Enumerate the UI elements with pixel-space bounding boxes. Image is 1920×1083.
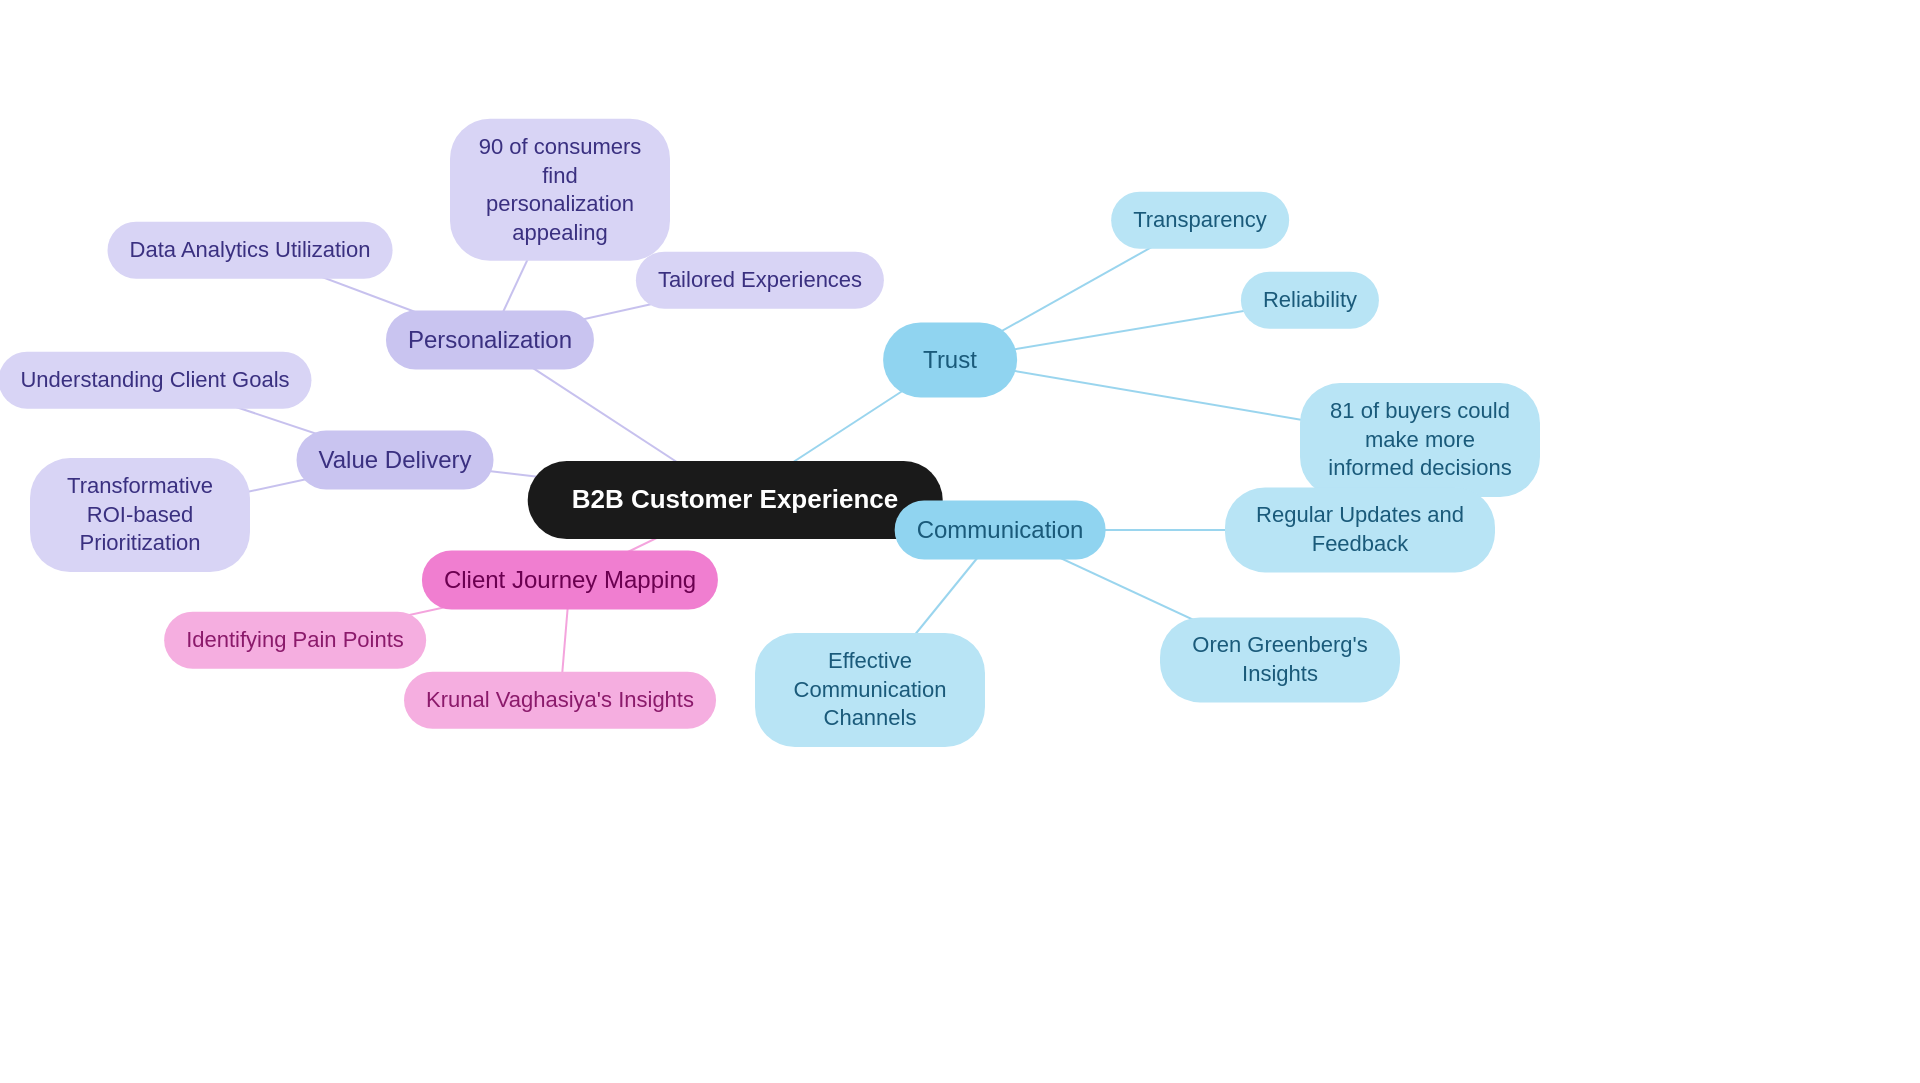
- tailored-experiences-node: Tailored Experiences: [636, 252, 884, 309]
- communication-label: Communication: [917, 514, 1084, 545]
- tailored-label: Tailored Experiences: [658, 266, 862, 295]
- effective-channels-node: Effective Communication Channels: [755, 633, 985, 747]
- effective-channels-label: Effective Communication Channels: [777, 647, 963, 733]
- pain-points-node: Identifying Pain Points: [164, 612, 426, 669]
- communication-node: Communication: [895, 500, 1106, 559]
- pain-points-label: Identifying Pain Points: [186, 626, 404, 655]
- reliability-node: Reliability: [1241, 272, 1379, 329]
- client-journey-label: Client Journey Mapping: [444, 564, 696, 595]
- personalization-label: Personalization: [408, 324, 572, 355]
- trust-node: Trust: [883, 322, 1017, 397]
- center-node: B2B Customer Experience: [528, 461, 943, 539]
- regular-updates-label: Regular Updates and Feedback: [1247, 501, 1473, 558]
- consumers-stat-label: 90 of consumers find personalization app…: [472, 133, 648, 247]
- data-analytics-node: Data Analytics Utilization: [108, 222, 393, 279]
- transparency-node: Transparency: [1111, 192, 1289, 249]
- understanding-label: Understanding Client Goals: [20, 366, 289, 395]
- client-journey-node: Client Journey Mapping: [422, 550, 718, 609]
- buyers-stat-node: 81 of buyers could make more informed de…: [1300, 383, 1540, 497]
- mind-map: B2B Customer Experience Personalization …: [0, 0, 1920, 1083]
- oren-label: Oren Greenberg's Insights: [1182, 631, 1378, 688]
- trust-label: Trust: [923, 344, 977, 375]
- regular-updates-node: Regular Updates and Feedback: [1225, 487, 1495, 572]
- value-delivery-node: Value Delivery: [297, 430, 494, 489]
- transparency-label: Transparency: [1133, 206, 1267, 235]
- consumers-stat-node: 90 of consumers find personalization app…: [450, 119, 670, 261]
- krunal-insights-node: Krunal Vaghasiya's Insights: [404, 672, 716, 729]
- krunal-label: Krunal Vaghasiya's Insights: [426, 686, 694, 715]
- transformative-label: Transformative ROI-based Prioritization: [52, 472, 228, 558]
- understanding-node: Understanding Client Goals: [0, 352, 312, 409]
- oren-insights-node: Oren Greenberg's Insights: [1160, 617, 1400, 702]
- value-delivery-label: Value Delivery: [319, 444, 472, 475]
- personalization-node: Personalization: [386, 310, 594, 369]
- data-analytics-label: Data Analytics Utilization: [130, 236, 371, 265]
- transformative-node: Transformative ROI-based Prioritization: [30, 458, 250, 572]
- buyers-stat-label: 81 of buyers could make more informed de…: [1322, 397, 1518, 483]
- reliability-label: Reliability: [1263, 286, 1357, 315]
- center-label: B2B Customer Experience: [572, 483, 899, 517]
